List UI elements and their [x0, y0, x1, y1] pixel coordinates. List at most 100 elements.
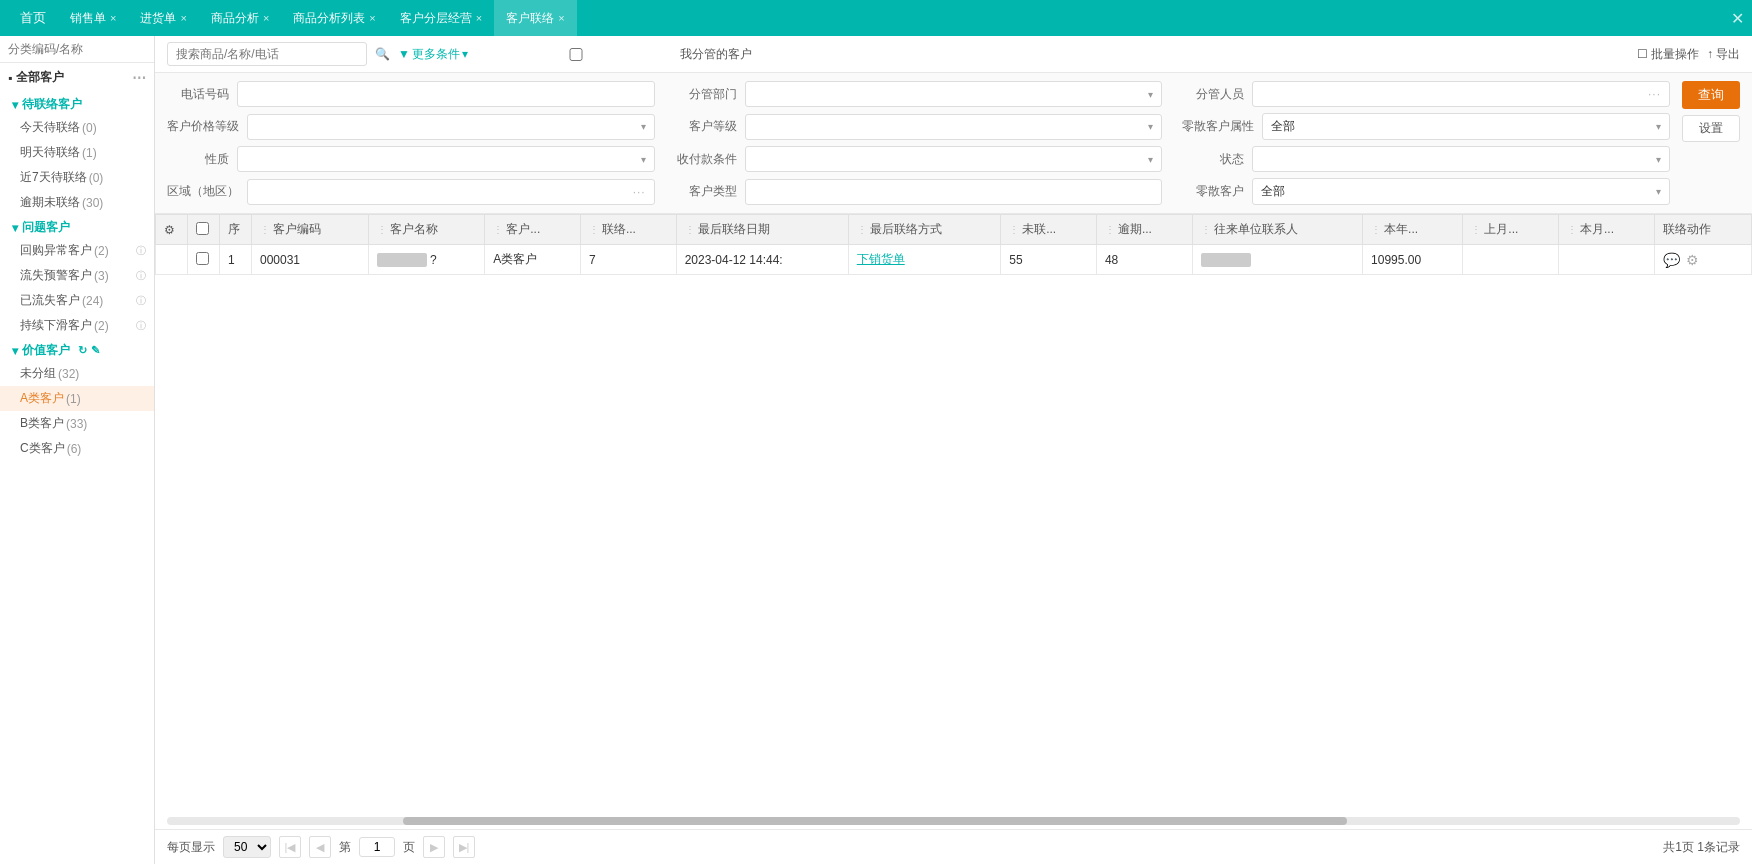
select-customer-level[interactable]: ▾	[745, 114, 1163, 140]
cell-not-contacted: 55	[1001, 245, 1097, 275]
select-payment[interactable]: ▾	[745, 146, 1163, 172]
col-category[interactable]: ⋮客户...	[485, 215, 581, 245]
last-page-button[interactable]: ▶|	[453, 836, 475, 858]
horizontal-scrollbar[interactable]	[167, 817, 1740, 825]
sidebar-item-7days[interactable]: 近7天待联络 (0)	[0, 165, 154, 190]
nav-tab-4[interactable]: 客户分层经营 ×	[388, 0, 494, 36]
select-status[interactable]: ▾	[1252, 146, 1670, 172]
close-tab-0[interactable]: ×	[110, 12, 116, 24]
close-tab-4[interactable]: ×	[476, 12, 482, 24]
col-this-month[interactable]: ⋮本月...	[1559, 215, 1655, 245]
gear-icon[interactable]: ⚙	[164, 223, 175, 237]
nav-tab-0[interactable]: 销售单 ×	[58, 0, 128, 36]
sidebar-item-declining[interactable]: 持续下滑客户 (2) ⓘ	[0, 313, 154, 338]
edit-icon[interactable]: ✎	[91, 344, 100, 357]
sidebar-item-class-b[interactable]: B类客户 (33)	[0, 411, 154, 436]
refresh-icon[interactable]: ↻	[78, 344, 87, 357]
search-icon[interactable]: 🔍	[375, 47, 390, 61]
table-row: 1 000031 ? A类客户 7 2023-04-12 14:44: 下销货单	[156, 245, 1752, 275]
cell-overdue: 48	[1096, 245, 1192, 275]
group-problem-customers[interactable]: ▾ 问题客户	[0, 215, 154, 238]
filter-row-4: 区域（地区） ··· 客户类型 零散客户	[167, 178, 1670, 205]
select-all-checkbox[interactable]	[196, 222, 209, 235]
col-last-month[interactable]: ⋮上月...	[1463, 215, 1559, 245]
cell-name: ?	[368, 245, 485, 275]
filter-cell-price-level: 客户价格等级 ▾	[167, 114, 655, 140]
sidebar-item-churn-warning[interactable]: 流失预警客户 (3) ⓘ	[0, 263, 154, 288]
col-last-method[interactable]: ⋮最后联络方式	[848, 215, 1001, 245]
sidebar-search-input[interactable]	[8, 42, 155, 56]
search-input[interactable]	[167, 42, 367, 66]
search-button[interactable]: 查询	[1682, 81, 1740, 109]
nav-tab-3[interactable]: 商品分析列表 ×	[281, 0, 387, 36]
select-nature[interactable]: ▾	[237, 146, 655, 172]
select-retail-customer[interactable]: 全部▾	[1252, 178, 1670, 205]
cell-seq: 1	[220, 245, 252, 275]
my-customers-check[interactable]	[476, 48, 676, 61]
page-size-select[interactable]: 50	[223, 836, 271, 858]
filter-row-2: 客户价格等级 ▾ 客户等级 ▾ 零散客户属性	[167, 113, 1670, 140]
select-manager[interactable]: ···	[1252, 81, 1670, 107]
select-price-level[interactable]: ▾	[247, 114, 655, 140]
group-value-customers[interactable]: ▾ 价值客户 ↻ ✎	[0, 338, 154, 361]
close-tab-5[interactable]: ×	[558, 12, 564, 24]
row-checkbox[interactable]	[196, 252, 209, 265]
sidebar-item-class-a[interactable]: A类客户 (1)	[0, 386, 154, 411]
col-this-year[interactable]: ⋮本年...	[1363, 215, 1463, 245]
col-actions: 联络动作	[1654, 215, 1751, 245]
col-contact-count[interactable]: ⋮联络...	[580, 215, 676, 245]
select-dept[interactable]: ▾	[745, 81, 1163, 107]
col-not-contacted[interactable]: ⋮未联...	[1001, 215, 1097, 245]
more-conditions-button[interactable]: ▼ 更多条件 ▾	[398, 46, 468, 63]
sidebar-item-overdue[interactable]: 逾期未联络 (30)	[0, 190, 154, 215]
close-tab-1[interactable]: ×	[180, 12, 186, 24]
group-arrow-icon-2: ▾	[12, 221, 18, 235]
filter-buttons: 查询 设置	[1682, 81, 1740, 205]
prev-page-button[interactable]: ◀	[309, 836, 331, 858]
filter-row-3: 性质 ▾ 收付款条件 ▾ 状态	[167, 146, 1670, 172]
col-last-date[interactable]: ⋮最后联络日期	[676, 215, 848, 245]
sidebar-item-churned[interactable]: 已流失客户 (24) ⓘ	[0, 288, 154, 313]
nav-tab-5[interactable]: 客户联络 ×	[494, 0, 576, 36]
select-retail-attr[interactable]: 全部▾	[1262, 113, 1670, 140]
checkbox-icon: ☐	[1637, 47, 1648, 61]
close-tab-3[interactable]: ×	[369, 12, 375, 24]
col-name[interactable]: ⋮客户名称	[368, 215, 485, 245]
sidebar-item-repurchase-abnormal[interactable]: 回购异常客户 (2) ⓘ	[0, 238, 154, 263]
group-pending-contact[interactable]: ▾ 待联络客户	[0, 92, 154, 115]
select-region[interactable]: ···	[247, 179, 655, 205]
col-code[interactable]: ⋮客户编码	[252, 215, 369, 245]
filter-cell-customer-level: 客户等级 ▾	[675, 114, 1163, 140]
close-all-button[interactable]: ✕	[1731, 9, 1744, 28]
settings-button[interactable]: 设置	[1682, 115, 1740, 142]
sidebar-item-tomorrow[interactable]: 明天待联络 (1)	[0, 140, 154, 165]
cell-last-method: 下销货单	[848, 245, 1001, 275]
label-phone: 电话号码	[167, 86, 237, 103]
col-contact-person[interactable]: ⋮往来单位联系人	[1192, 215, 1362, 245]
label-status: 状态	[1182, 151, 1252, 168]
customer-table: ⚙ 序 ⋮客户编码 ⋮客户名称	[155, 214, 1752, 275]
nav-home[interactable]: 首页	[8, 0, 58, 36]
my-customers-checkbox[interactable]: 我分管的客户	[476, 46, 752, 63]
nav-tab-1[interactable]: 进货单 ×	[128, 0, 198, 36]
page-number-input[interactable]	[359, 837, 395, 857]
all-customers-header[interactable]: ▪ 全部客户 ⋯	[0, 63, 154, 92]
close-tab-2[interactable]: ×	[263, 12, 269, 24]
nav-tab-2[interactable]: 商品分析 ×	[199, 0, 281, 36]
sidebar-item-unclassified[interactable]: 未分组 (32)	[0, 361, 154, 386]
col-overdue[interactable]: ⋮逾期...	[1096, 215, 1192, 245]
last-contact-method-link[interactable]: 下销货单	[857, 252, 905, 266]
label-nature: 性质	[167, 151, 237, 168]
export-button[interactable]: ↑ 导出	[1707, 46, 1740, 63]
select-customer-type[interactable]	[745, 179, 1163, 205]
first-page-button[interactable]: |◀	[279, 836, 301, 858]
label-customer-level: 客户等级	[675, 118, 745, 135]
contact-action-icon[interactable]: 💬	[1663, 252, 1680, 268]
batch-op-button[interactable]: ☐ 批量操作	[1637, 46, 1699, 63]
input-phone[interactable]	[237, 81, 655, 107]
more-action-icon[interactable]: ⚙	[1686, 252, 1699, 268]
sidebar-item-class-c[interactable]: C类客户 (6)	[0, 436, 154, 461]
sidebar-item-today[interactable]: 今天待联络 (0)	[0, 115, 154, 140]
main-layout: 🔍 ▪ 全部客户 ⋯ ▾ 待联络客户 今天待联络 (0) 明天待联络 (1) 近…	[0, 36, 1752, 864]
next-page-button[interactable]: ▶	[423, 836, 445, 858]
